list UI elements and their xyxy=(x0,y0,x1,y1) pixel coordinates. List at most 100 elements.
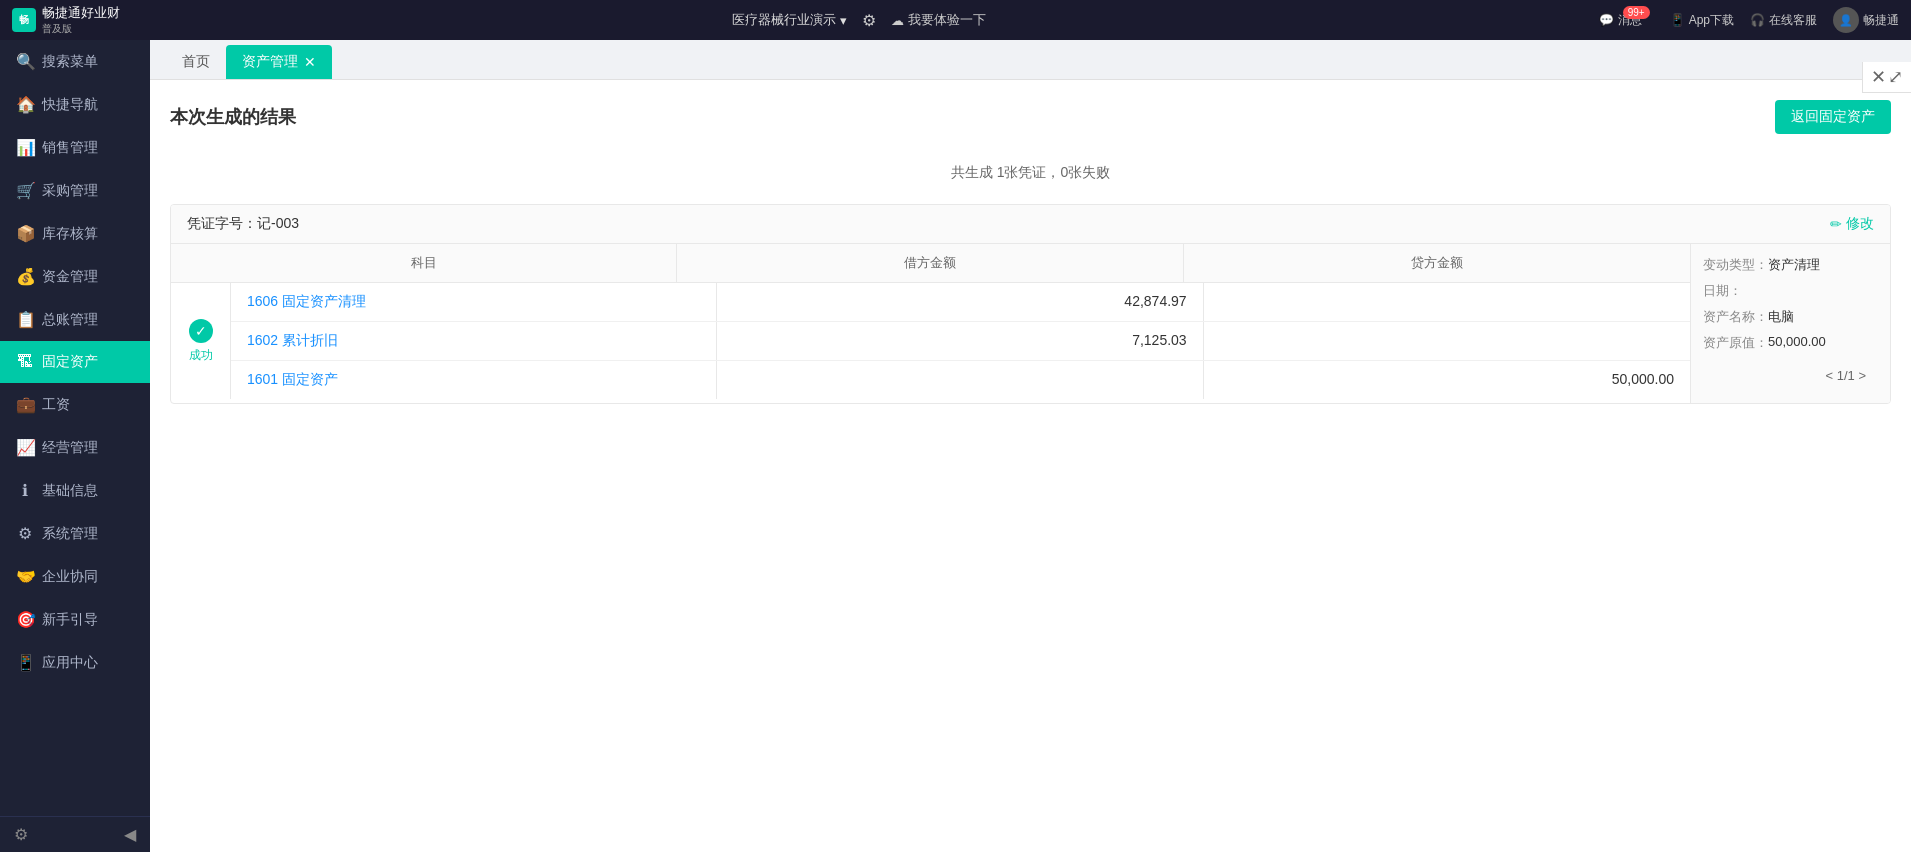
message-icon: 💬 xyxy=(1599,13,1614,27)
change-type-label: 变动类型： xyxy=(1703,256,1768,274)
sidebar-item-label: 新手引导 xyxy=(42,611,98,629)
voucher-body: 科目 借方金额 贷方金额 ✓ 成功 xyxy=(171,244,1890,403)
right-panel-date: 日期： xyxy=(1703,282,1878,300)
sidebar-item-label: 资金管理 xyxy=(42,268,98,286)
gear-icon: ⚙ xyxy=(862,11,876,30)
sidebar-item-label: 总账管理 xyxy=(42,311,98,329)
cell-credit-3: 50,000.00 xyxy=(1204,361,1690,399)
app-download-label: App下载 xyxy=(1689,12,1734,29)
sidebar: 🔍 搜索菜单 🏠 快捷导航 📊 销售管理 🛒 采购管理 📦 库存核算 💰 资金管… xyxy=(0,40,150,852)
sidebar-item-label: 采购管理 xyxy=(42,182,98,200)
sidebar-item-system[interactable]: ⚙ 系统管理 xyxy=(0,512,150,555)
experience-button[interactable]: ☁ 我要体验一下 xyxy=(891,11,986,29)
edit-label: 修改 xyxy=(1846,215,1874,233)
col-header-debit: 借方金额 xyxy=(677,244,1183,282)
header: 畅 畅捷通好业财 普及版 医疗器械行业演示 ▾ ⚙ ☁ 我要体验一下 💬 消息 … xyxy=(0,0,1911,40)
sidebar-item-purchase[interactable]: 🛒 采购管理 xyxy=(0,169,150,212)
online-service-button[interactable]: 🎧 在线客服 xyxy=(1750,12,1817,29)
status-column: ✓ 成功 xyxy=(171,283,231,399)
sidebar-item-label: 销售管理 xyxy=(42,139,98,157)
asset-name-value: 电脑 xyxy=(1768,308,1794,326)
panel-controls: ✕ ⤢ xyxy=(1862,62,1911,93)
table-row-wrapper: ✓ 成功 1606 固定资产清理 42,874.97 xyxy=(171,283,1690,399)
dropdown-icon: ▾ xyxy=(840,13,847,28)
sidebar-item-label: 快捷导航 xyxy=(42,96,98,114)
online-service-label: 在线客服 xyxy=(1769,12,1817,29)
close-panel-button[interactable]: ✕ xyxy=(1871,66,1886,88)
sidebar-item-enterprise[interactable]: 🤝 企业协同 xyxy=(0,555,150,598)
sidebar-item-operations[interactable]: 📈 经营管理 xyxy=(0,426,150,469)
sidebar-item-label: 系统管理 xyxy=(42,525,98,543)
right-panel-asset-name: 资产名称： 电脑 xyxy=(1703,308,1878,326)
cell-account-3: 1601 固定资产 xyxy=(231,361,717,399)
pagination[interactable]: < 1/1 > xyxy=(1703,360,1878,391)
table-rows: 1606 固定资产清理 42,874.97 1602 累计折旧 7,125.03 xyxy=(231,283,1690,399)
company-name: 医疗器械行业演示 xyxy=(732,11,836,29)
logo-title: 畅捷通好业财 xyxy=(42,4,120,22)
sidebar-item-payroll[interactable]: 💼 工资 xyxy=(0,383,150,426)
experience-icon: ☁ xyxy=(891,13,904,28)
col-header-credit: 贷方金额 xyxy=(1184,244,1690,282)
date-label: 日期： xyxy=(1703,282,1763,300)
sidebar-item-finance[interactable]: 💰 资金管理 xyxy=(0,255,150,298)
app-icon: 📱 xyxy=(16,653,34,672)
sidebar-item-quick-nav[interactable]: 🏠 快捷导航 xyxy=(0,83,150,126)
system-icon: ⚙ xyxy=(16,524,34,543)
sidebar-item-guide[interactable]: 🎯 新手引导 xyxy=(0,598,150,641)
header-right: 💬 消息 99+ 📱 App下载 🎧 在线客服 👤 畅捷通 xyxy=(1599,7,1899,33)
cart-icon: 🛒 xyxy=(16,181,34,200)
voucher-right-panel: 变动类型： 资产清理 日期： 资产名称： 电脑 资产原值： xyxy=(1690,244,1890,403)
settings-button[interactable]: ⚙ xyxy=(855,6,883,34)
box-icon: 📦 xyxy=(16,224,34,243)
user-info[interactable]: 👤 畅捷通 xyxy=(1833,7,1899,33)
sidebar-item-sales[interactable]: 📊 销售管理 xyxy=(0,126,150,169)
sidebar-item-label: 工资 xyxy=(42,396,70,414)
logo-texts: 畅捷通好业财 普及版 xyxy=(42,4,120,36)
content-area: 首页 资产管理 ✕ 本次生成的结果 返回固定资产 共生成 1张凭证，0张失败 xyxy=(150,40,1911,852)
sidebar-item-label: 固定资产 xyxy=(42,353,98,371)
sidebar-item-label: 基础信息 xyxy=(42,482,98,500)
edit-button[interactable]: ✏ 修改 xyxy=(1830,215,1874,233)
tab-asset-management[interactable]: 资产管理 ✕ xyxy=(226,45,332,79)
logo-subtitle: 普及版 xyxy=(42,22,120,36)
summary-text: 共生成 1张凭证，0张失败 xyxy=(951,164,1110,180)
sidebar-item-fixed-assets[interactable]: 🏗 固定资产 xyxy=(0,341,150,383)
app-download-button[interactable]: 📱 App下载 xyxy=(1670,12,1734,29)
company-selector[interactable]: 医疗器械行业演示 ▾ xyxy=(732,11,847,29)
sidebar-item-label: 搜索菜单 xyxy=(42,53,98,71)
sidebar-item-inventory[interactable]: 📦 库存核算 xyxy=(0,212,150,255)
main-layout: 🔍 搜索菜单 🏠 快捷导航 📊 销售管理 🛒 采购管理 📦 库存核算 💰 资金管… xyxy=(0,40,1911,852)
voucher-main: 科目 借方金额 贷方金额 ✓ 成功 xyxy=(171,244,1690,403)
sidebar-item-search[interactable]: 🔍 搜索菜单 xyxy=(0,40,150,83)
cell-debit-3 xyxy=(717,361,1203,399)
asset-value-value: 50,000.00 xyxy=(1768,334,1826,349)
handshake-icon: 🤝 xyxy=(16,567,34,586)
return-button[interactable]: 返回固定资产 xyxy=(1775,100,1891,134)
tab-home[interactable]: 首页 xyxy=(166,45,226,79)
cell-account-1: 1606 固定资产清理 xyxy=(231,283,717,321)
voucher-number: 凭证字号：记-003 xyxy=(187,215,299,233)
expand-panel-button[interactable]: ⤢ xyxy=(1888,66,1903,88)
footer-settings-icon[interactable]: ⚙ xyxy=(14,825,28,844)
tab-close-icon[interactable]: ✕ xyxy=(304,54,316,70)
header-left: 畅 畅捷通好业财 普及版 xyxy=(12,4,120,36)
header-center: 医疗器械行业演示 ▾ ⚙ ☁ 我要体验一下 xyxy=(732,6,986,34)
sidebar-item-label: 应用中心 xyxy=(42,654,98,672)
sidebar-item-ledger[interactable]: 📋 总账管理 xyxy=(0,298,150,341)
cell-credit-1 xyxy=(1204,283,1690,321)
cell-credit-2 xyxy=(1204,322,1690,360)
summary-bar: 共生成 1张凭证，0张失败 xyxy=(170,154,1891,192)
messages-button[interactable]: 💬 消息 99+ xyxy=(1599,12,1642,29)
info-icon: ℹ xyxy=(16,481,34,500)
avatar: 👤 xyxy=(1833,7,1859,33)
sidebar-item-label: 库存核算 xyxy=(42,225,98,243)
tab-home-label: 首页 xyxy=(182,53,210,69)
sidebar-item-app-center[interactable]: 📱 应用中心 xyxy=(0,641,150,684)
asset-value-label: 资产原值： xyxy=(1703,334,1768,352)
table-row: 1601 固定资产 50,000.00 xyxy=(231,361,1690,399)
footer-collapse-icon[interactable]: ◀ xyxy=(124,825,136,844)
success-text: 成功 xyxy=(189,347,213,364)
search-icon: 🔍 xyxy=(16,52,34,71)
right-panel-change-type: 变动类型： 资产清理 xyxy=(1703,256,1878,274)
sidebar-item-basic-info[interactable]: ℹ 基础信息 xyxy=(0,469,150,512)
